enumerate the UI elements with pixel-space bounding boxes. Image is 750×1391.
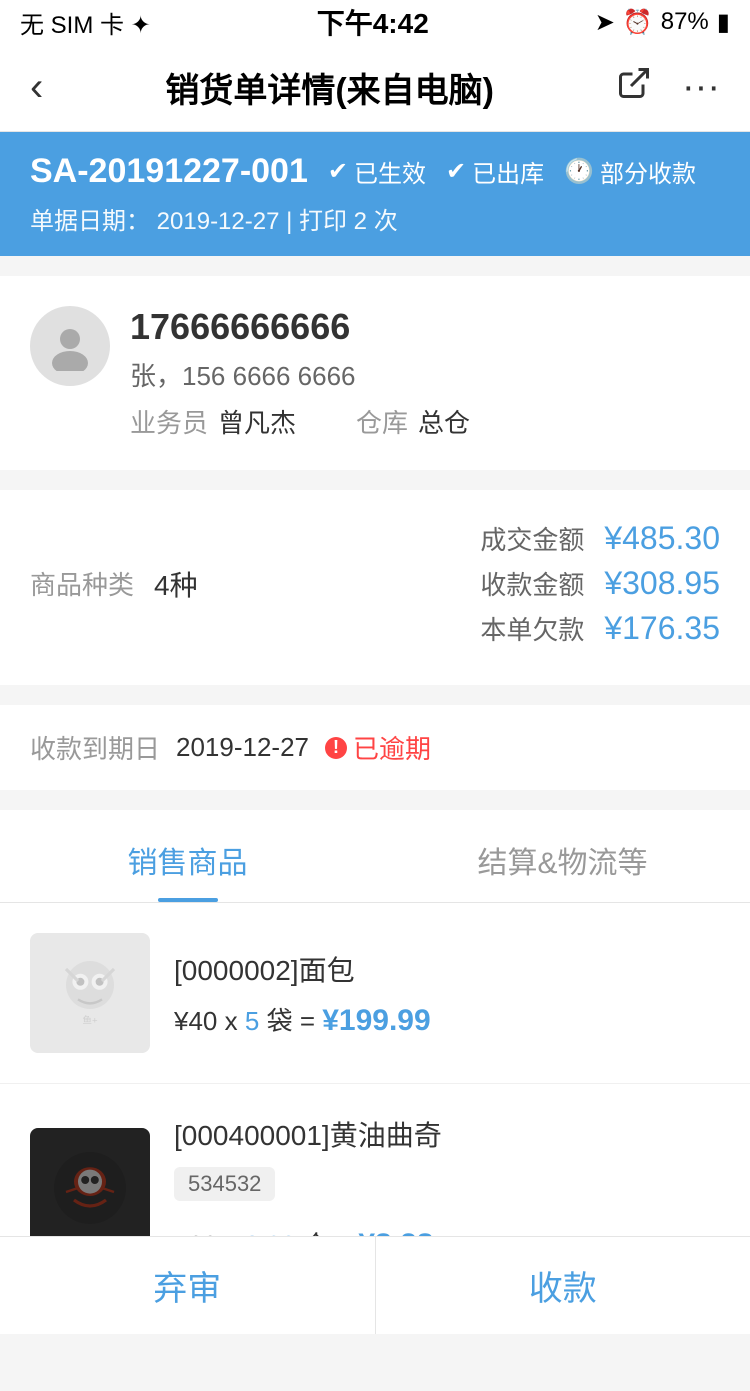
check-icon-2: ✔ — [446, 157, 466, 186]
share-button[interactable] — [616, 65, 652, 111]
deal-amount-label: 成交金额 — [480, 520, 584, 557]
confirm-button[interactable]: 收款 — [375, 1237, 750, 1334]
tab-settlement[interactable]: 结算&物流等 — [375, 810, 750, 902]
order-date-info: 单据日期： 2019-12-27 | 打印 2 次 — [30, 201, 720, 236]
due-date-value: 2019-12-27 — [176, 732, 309, 763]
status-badge-active: ✔ 已生效 — [328, 154, 426, 189]
clock-icon: 🕐 — [564, 157, 594, 186]
avatar — [30, 306, 110, 386]
status-badge-partial: 🕐 部分收款 — [564, 154, 696, 189]
product-sku-2: 534532 — [174, 1167, 275, 1201]
nav-actions: ··· — [616, 65, 720, 111]
status-badge-shipped: ✔ 已出库 — [446, 154, 544, 189]
status-time: 下午4:42 — [317, 2, 429, 42]
products-section: 鱼+ [0000002]面包 ¥40 x 5 袋 = ¥199.99 — [0, 903, 750, 1293]
overdue-text: 已逾期 — [353, 729, 431, 766]
salesperson-value: 曾凡杰 — [218, 403, 296, 440]
due-label: 收款到期日 — [30, 729, 160, 766]
location-icon: ➤ — [595, 8, 615, 37]
order-header: SA-20191227-001 ✔ 已生效 ✔ 已出库 🕐 部分收款 单据日期：… — [0, 132, 750, 256]
amount-stats: 成交金额 ¥485.30 收款金额 ¥308.95 本单欠款 ¥176.35 — [480, 520, 720, 655]
product-info-1: [0000002]面包 ¥40 x 5 袋 = ¥199.99 — [174, 949, 720, 1038]
owed-label: 本单欠款 — [480, 610, 584, 647]
status-right: ➤ ⏰ 87% ▮ — [595, 8, 730, 37]
customer-name: 17666666666 — [130, 306, 720, 348]
order-date: 2019-12-27 — [157, 208, 280, 235]
stats-section: 商品种类 4种 成交金额 ¥485.30 收款金额 ¥308.95 本单欠款 ¥… — [0, 490, 750, 685]
category-label: 商品种类 — [30, 565, 134, 602]
overdue-badge: ! 已逾期 — [325, 729, 431, 766]
salesperson-label: 业务员 — [130, 403, 208, 440]
due-date-section: 收款到期日 2019-12-27 ! 已逾期 — [0, 705, 750, 790]
nav-bar: ‹ 销货单详情(来自电脑) ··· — [0, 44, 750, 132]
print-info: | 打印 2 次 — [286, 208, 398, 235]
category-value: 4种 — [154, 564, 198, 604]
alarm-icon: ⏰ — [623, 8, 653, 37]
received-value: ¥308.95 — [604, 565, 720, 602]
bottom-bar: 弃审 收款 — [0, 1236, 750, 1334]
product-name-2: [000400001]黄油曲奇 — [174, 1114, 720, 1154]
received-label: 收款金额 — [480, 565, 584, 602]
date-label: 单据日期： — [30, 208, 150, 235]
product-price-1: ¥40 x 5 袋 = ¥199.99 — [174, 1001, 720, 1038]
product-item: 鱼+ [0000002]面包 ¥40 x 5 袋 = ¥199.99 — [0, 903, 750, 1084]
status-left: 无 SIM 卡 ✦ — [20, 5, 151, 40]
customer-phone: 张，156 6666 6666 — [130, 356, 720, 393]
status-bar: 无 SIM 卡 ✦ 下午4:42 ➤ ⏰ 87% ▮ — [0, 0, 750, 44]
warehouse-value: 总仓 — [418, 403, 470, 440]
back-button[interactable]: ‹ — [30, 65, 43, 110]
product-name-1: [0000002]面包 — [174, 949, 720, 989]
deal-amount-value: ¥485.30 — [604, 520, 720, 557]
overdue-icon: ! — [325, 737, 347, 759]
page-title: 销货单详情(来自电脑) — [165, 63, 494, 112]
owed-value: ¥176.35 — [604, 610, 720, 647]
svg-text:鱼+: 鱼+ — [82, 1014, 98, 1026]
warehouse-label: 仓库 — [356, 403, 408, 440]
signal-text: 无 SIM 卡 ✦ — [20, 5, 151, 40]
battery-icon: ▮ — [717, 8, 730, 37]
cancel-button[interactable]: 弃审 — [0, 1237, 375, 1334]
check-icon-1: ✔ — [328, 157, 348, 186]
product-image-1: 鱼+ — [30, 933, 150, 1053]
customer-section: 17666666666 张，156 6666 6666 业务员 曾凡杰 仓库 总… — [0, 276, 750, 470]
customer-meta: 业务员 曾凡杰 仓库 总仓 — [130, 403, 720, 440]
tabs-section: 销售商品 结算&物流等 — [0, 810, 750, 903]
product-image-2 — [30, 1128, 150, 1248]
battery-text: 87% — [661, 8, 709, 36]
more-button[interactable]: ··· — [682, 66, 720, 109]
customer-info: 17666666666 张，156 6666 6666 业务员 曾凡杰 仓库 总… — [130, 306, 720, 440]
order-id: SA-20191227-001 — [30, 152, 308, 191]
tab-products[interactable]: 销售商品 — [0, 810, 375, 902]
